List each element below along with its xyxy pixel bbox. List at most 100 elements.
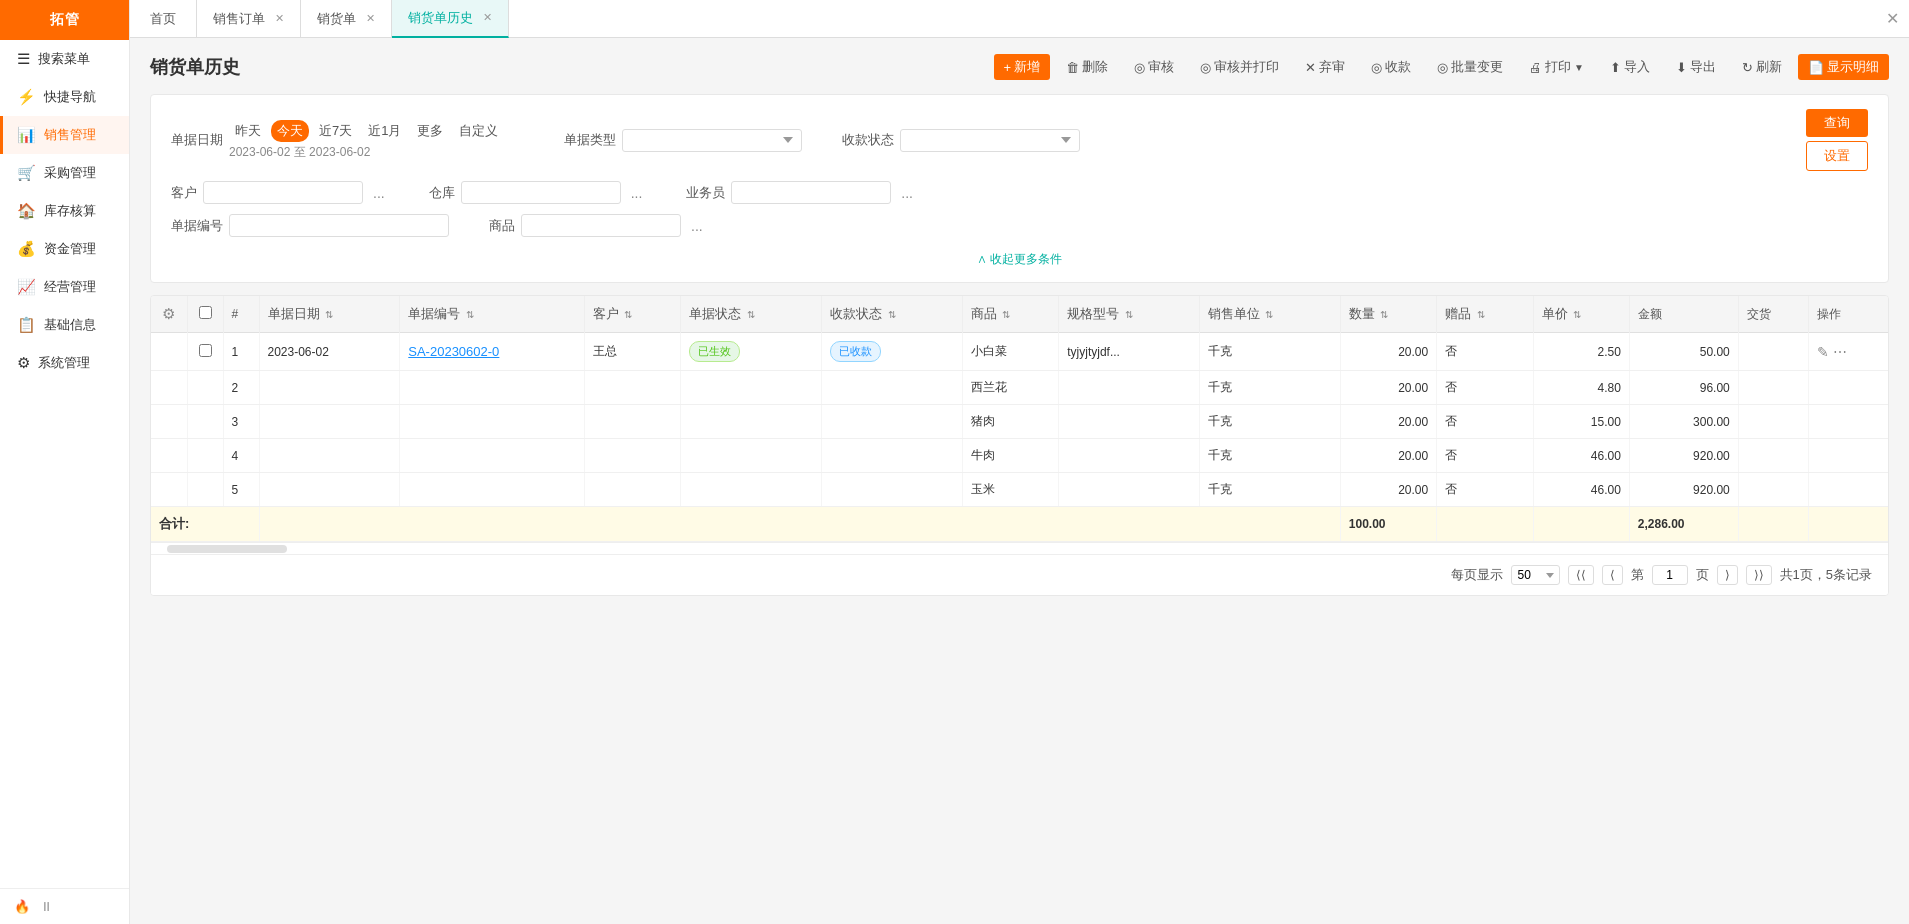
sort-spec-icon[interactable]: ⇅ — [1125, 309, 1133, 320]
sort-price-icon[interactable]: ⇅ — [1573, 309, 1581, 320]
page-last-button[interactable]: ⟩⟩ — [1746, 565, 1772, 585]
filter-customer-input[interactable] — [203, 181, 363, 204]
page-prev-button[interactable]: ⟨ — [1602, 565, 1623, 585]
more-icon[interactable]: ⋯ — [1833, 344, 1847, 360]
tab-sales-history-close[interactable]: ✕ — [483, 11, 492, 24]
row-checkbox[interactable] — [187, 439, 223, 473]
salesperson-dots-icon[interactable]: ... — [897, 183, 917, 203]
date-btn-last7days[interactable]: 近7天 — [313, 120, 358, 142]
row-amount: 300.00 — [1629, 405, 1738, 439]
row-checkbox[interactable] — [187, 333, 223, 371]
sort-gift-icon[interactable]: ⇅ — [1477, 309, 1485, 320]
th-doc-date[interactable]: 单据日期 ⇅ — [259, 296, 400, 333]
row-amount: 920.00 — [1629, 473, 1738, 507]
audit-print-button[interactable]: ◎ 审核并打印 — [1190, 54, 1289, 80]
row-checkbox[interactable] — [187, 405, 223, 439]
th-customer[interactable]: 客户 ⇅ — [585, 296, 681, 333]
th-price[interactable]: 单价 ⇅ — [1533, 296, 1629, 333]
date-btn-yesterday[interactable]: 昨天 — [229, 120, 267, 142]
new-button[interactable]: + 新增 — [994, 54, 1051, 80]
filter-goods-input[interactable] — [521, 214, 681, 237]
sidebar-item-sys-mgmt[interactable]: ⚙ 系统管理 — [0, 344, 129, 382]
select-all-checkbox[interactable] — [199, 306, 212, 319]
sort-doc-no-icon[interactable]: ⇅ — [466, 309, 474, 320]
th-goods[interactable]: 商品 ⇅ — [962, 296, 1058, 333]
filter-warehouse-input[interactable] — [461, 181, 621, 204]
filter-payment-status-select[interactable] — [900, 129, 1080, 152]
date-btn-more[interactable]: 更多 — [411, 120, 449, 142]
sort-payment-status-icon[interactable]: ⇅ — [888, 309, 896, 320]
sidebar-item-search-menu[interactable]: ☰ 搜索菜单 — [0, 40, 129, 78]
th-unit[interactable]: 销售单位 ⇅ — [1200, 296, 1341, 333]
sidebar-item-inventory[interactable]: 🏠 库存核算 — [0, 192, 129, 230]
date-btn-custom[interactable]: 自定义 — [453, 120, 504, 142]
refresh-button[interactable]: ↻ 刷新 — [1732, 54, 1792, 80]
gear-icon[interactable]: ⚙ — [162, 305, 175, 322]
page-input[interactable] — [1652, 565, 1688, 585]
print-button[interactable]: 🖨 打印 ▼ — [1519, 54, 1594, 80]
sort-doc-date-icon[interactable]: ⇅ — [325, 309, 333, 320]
th-doc-status[interactable]: 单据状态 ⇅ — [681, 296, 822, 333]
audit-button[interactable]: ◎ 审核 — [1124, 54, 1184, 80]
filter-area: 单据日期 昨天 今天 近7天 近1月 更多 自定义 2023-06-02 至 2… — [150, 94, 1889, 283]
customer-dots-icon[interactable]: ... — [369, 183, 389, 203]
per-page-select[interactable]: 50 100 200 — [1511, 565, 1560, 585]
tab-close-all[interactable]: ✕ — [1886, 9, 1909, 28]
abandon-button[interactable]: ✕ 弃审 — [1295, 54, 1355, 80]
scroll-thumb[interactable] — [167, 545, 287, 553]
sidebar-item-sales-mgmt[interactable]: 📊 销售管理 — [0, 116, 129, 154]
batch-change-button[interactable]: ◎ 批量变更 — [1427, 54, 1513, 80]
filter-docno-input[interactable] — [229, 214, 449, 237]
row-price: 2.50 — [1533, 333, 1629, 371]
th-qty[interactable]: 数量 ⇅ — [1340, 296, 1436, 333]
sidebar-item-basic-info[interactable]: 📋 基础信息 — [0, 306, 129, 344]
tab-sales-goods[interactable]: 销货单 ✕ — [301, 0, 392, 38]
set-button[interactable]: 设置 — [1806, 141, 1868, 171]
th-transaction: 交货 — [1738, 296, 1808, 333]
sort-customer-icon[interactable]: ⇅ — [624, 309, 632, 320]
tab-home[interactable]: 首页 — [130, 0, 197, 38]
horizontal-scrollbar[interactable] — [151, 542, 1888, 554]
sort-doc-status-icon[interactable]: ⇅ — [747, 309, 755, 320]
sort-qty-icon[interactable]: ⇅ — [1380, 309, 1388, 320]
sidebar-item-ops-mgmt[interactable]: 📈 经营管理 — [0, 268, 129, 306]
doc-no-link[interactable]: SA-20230602-0 — [408, 344, 499, 359]
edit-icon[interactable]: ✎ — [1817, 344, 1829, 360]
import-button[interactable]: ⬆ 导入 — [1600, 54, 1660, 80]
date-btn-today[interactable]: 今天 — [271, 120, 309, 142]
delete-button[interactable]: 🗑 删除 — [1056, 54, 1118, 80]
tab-sales-order-close[interactable]: ✕ — [275, 12, 284, 25]
row-checkbox[interactable] — [187, 371, 223, 405]
sort-unit-icon[interactable]: ⇅ — [1265, 309, 1273, 320]
sidebar-pause-icon[interactable]: ⏸ — [40, 899, 53, 914]
sidebar-item-finance[interactable]: 💰 资金管理 — [0, 230, 129, 268]
page-first-button[interactable]: ⟨⟨ — [1568, 565, 1594, 585]
th-gift[interactable]: 赠品 ⇅ — [1437, 296, 1533, 333]
row-check-input[interactable] — [199, 344, 212, 357]
goods-dots-icon[interactable]: ... — [687, 216, 707, 236]
filter-salesperson-input[interactable] — [731, 181, 891, 204]
sidebar-item-purchase-mgmt[interactable]: 🛒 采购管理 — [0, 154, 129, 192]
filter-doctype-select[interactable] — [622, 129, 802, 152]
tab-sales-goods-close[interactable]: ✕ — [366, 12, 375, 25]
filter-collapse-btn[interactable]: ∧ 收起更多条件 — [171, 247, 1868, 268]
row-payment-status — [822, 371, 963, 405]
page-next-button[interactable]: ⟩ — [1717, 565, 1738, 585]
show-detail-button[interactable]: 📄 显示明细 — [1798, 54, 1889, 80]
tab-sales-order[interactable]: 销售订单 ✕ — [197, 0, 301, 38]
tab-sales-history[interactable]: 销货单历史 ✕ — [392, 0, 509, 38]
th-spec[interactable]: 规格型号 ⇅ — [1059, 296, 1200, 333]
sidebar-fire-icon[interactable]: 🔥 — [14, 899, 30, 914]
query-button[interactable]: 查询 — [1806, 109, 1868, 137]
date-btn-last1month[interactable]: 近1月 — [362, 120, 407, 142]
collect-button[interactable]: ◎ 收款 — [1361, 54, 1421, 80]
th-payment-status[interactable]: 收款状态 ⇅ — [822, 296, 963, 333]
export-button[interactable]: ⬇ 导出 — [1666, 54, 1726, 80]
row-spec — [1059, 371, 1200, 405]
th-doc-no[interactable]: 单据编号 ⇅ — [400, 296, 585, 333]
sidebar-item-quick-nav[interactable]: ⚡ 快捷导航 — [0, 78, 129, 116]
th-gear[interactable]: ⚙ — [151, 296, 187, 333]
row-checkbox[interactable] — [187, 473, 223, 507]
sort-goods-icon[interactable]: ⇅ — [1002, 309, 1010, 320]
warehouse-dots-icon[interactable]: ... — [627, 183, 647, 203]
